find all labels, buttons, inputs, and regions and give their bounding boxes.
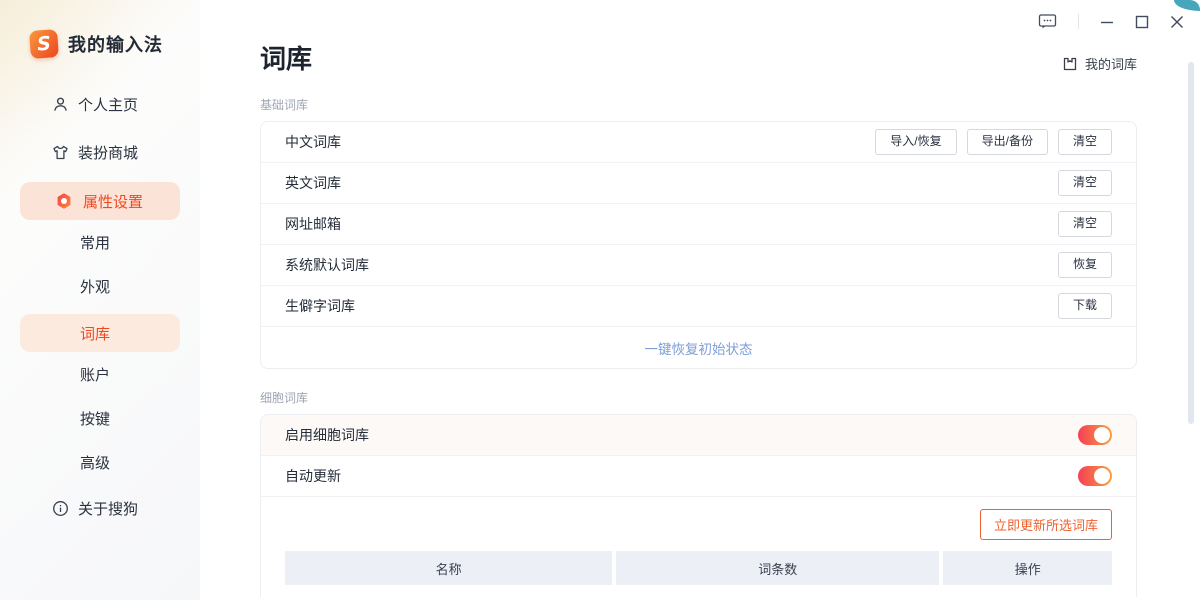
main-panel: 词库 我的词库 基础词库 中文词库 导入/恢复 导出/备份 清空 英文词库 清空: [200, 0, 1200, 600]
sidebar-item-lexicon[interactable]: 词库: [20, 314, 180, 352]
column-header-operation: 操作: [943, 551, 1112, 585]
tshirt-icon: [52, 144, 69, 161]
row-label: 网址邮箱: [285, 214, 341, 234]
sidebar-item-label: 装扮商城: [78, 142, 138, 163]
basic-lexicon-card: 中文词库 导入/恢复 导出/备份 清空 英文词库 清空 网址邮箱 清空 系统默认…: [260, 121, 1137, 369]
scrollbar-thumb[interactable]: [1188, 62, 1194, 424]
sidebar-item-label: 外观: [80, 276, 110, 297]
sogou-logo-icon: S: [29, 29, 59, 59]
column-header-entry-count: 词条数: [616, 551, 939, 585]
row-label: 生僻字词库: [285, 296, 355, 316]
feedback-icon[interactable]: [1038, 13, 1057, 30]
row-label: 自动更新: [285, 466, 341, 486]
cell-lexicon-table-header: 名称 词条数 操作: [285, 551, 1112, 585]
row-label: 启用细胞词库: [285, 425, 369, 445]
sidebar-item-label: 关于搜狗: [78, 498, 138, 519]
auto-update-toggle[interactable]: [1078, 466, 1112, 486]
minimize-button[interactable]: [1100, 15, 1114, 29]
update-selected-button[interactable]: 立即更新所选词库: [980, 509, 1112, 540]
controls-divider: [1078, 14, 1079, 29]
clear-button[interactable]: 清空: [1058, 170, 1112, 196]
row-url-email: 网址邮箱 清空: [261, 204, 1136, 245]
window-controls: [1038, 13, 1184, 30]
cell-lexicon-card: 启用细胞词库 自动更新 立即更新所选词库 名称 词条数 操作: [260, 414, 1137, 597]
my-dictionary-label: 我的词库: [1085, 54, 1137, 73]
sidebar-item-settings[interactable]: 属性设置: [20, 182, 180, 220]
clear-button[interactable]: 清空: [1058, 211, 1112, 237]
sidebar-item-appearance[interactable]: 外观: [0, 264, 200, 308]
info-icon: [52, 500, 69, 517]
sidebar-item-advanced[interactable]: 高级: [0, 440, 200, 484]
sidebar-item-label: 属性设置: [83, 191, 143, 212]
app-title: 我的输入法: [68, 31, 163, 57]
sidebar-item-keys[interactable]: 按键: [0, 396, 200, 440]
sidebar-item-store[interactable]: 装扮商城: [0, 128, 200, 176]
close-button[interactable]: [1170, 15, 1184, 29]
clear-button[interactable]: 清空: [1058, 129, 1112, 155]
sidebar-item-label: 按键: [80, 408, 110, 429]
export-backup-button[interactable]: 导出/备份: [967, 129, 1048, 155]
restore-defaults-row: 一键恢复初始状态: [261, 327, 1136, 368]
sidebar-item-label: 常用: [80, 232, 110, 253]
toggle-knob: [1094, 427, 1110, 443]
app-logo-row: S 我的输入法: [0, 0, 200, 58]
sidebar-item-account[interactable]: 账户: [0, 352, 200, 396]
import-restore-button[interactable]: 导入/恢复: [875, 129, 956, 155]
row-system-default-lexicon: 系统默认词库 恢复: [261, 245, 1136, 286]
row-label: 英文词库: [285, 173, 341, 193]
row-auto-update: 自动更新: [261, 456, 1136, 497]
page-title: 词库: [260, 44, 312, 76]
download-button[interactable]: 下载: [1058, 293, 1112, 319]
enable-cell-lexicon-toggle[interactable]: [1078, 425, 1112, 445]
row-rare-char-lexicon: 生僻字词库 下载: [261, 286, 1136, 327]
sidebar-item-profile[interactable]: 个人主页: [0, 80, 200, 128]
sidebar-item-label: 账户: [80, 364, 110, 385]
person-icon: [52, 96, 69, 113]
dictionary-icon: [1062, 56, 1078, 72]
sidebar-item-common[interactable]: 常用: [0, 220, 200, 264]
restore-button[interactable]: 恢复: [1058, 252, 1112, 278]
row-chinese-lexicon: 中文词库 导入/恢复 导出/备份 清空: [261, 122, 1136, 163]
sidebar-item-label: 个人主页: [78, 94, 138, 115]
toggle-knob: [1094, 468, 1110, 484]
sidebar-nav: 个人主页 装扮商城 属性设置 常用: [0, 80, 200, 532]
row-english-lexicon: 英文词库 清空: [261, 163, 1136, 204]
row-enable-cell-lexicon: 启用细胞词库: [261, 415, 1136, 456]
maximize-button[interactable]: [1135, 15, 1149, 29]
cell-section-label: 细胞词库: [260, 389, 1137, 406]
settings-hexagon-icon: [55, 192, 73, 210]
row-label: 系统默认词库: [285, 255, 369, 275]
page-header: 词库 我的词库: [200, 0, 1200, 76]
my-dictionary-link[interactable]: 我的词库: [1062, 54, 1137, 73]
sidebar-item-about[interactable]: 关于搜狗: [0, 484, 200, 532]
sidebar-item-label: 词库: [80, 323, 110, 344]
basic-section-label: 基础词库: [260, 96, 1137, 113]
update-selected-row: 立即更新所选词库: [261, 497, 1136, 551]
sidebar: S 我的输入法 个人主页 装扮商城: [0, 0, 200, 600]
row-label: 中文词库: [285, 132, 341, 152]
column-header-name: 名称: [285, 551, 612, 585]
restore-defaults-link[interactable]: 一键恢复初始状态: [645, 338, 753, 358]
sidebar-item-label: 高级: [80, 452, 110, 473]
